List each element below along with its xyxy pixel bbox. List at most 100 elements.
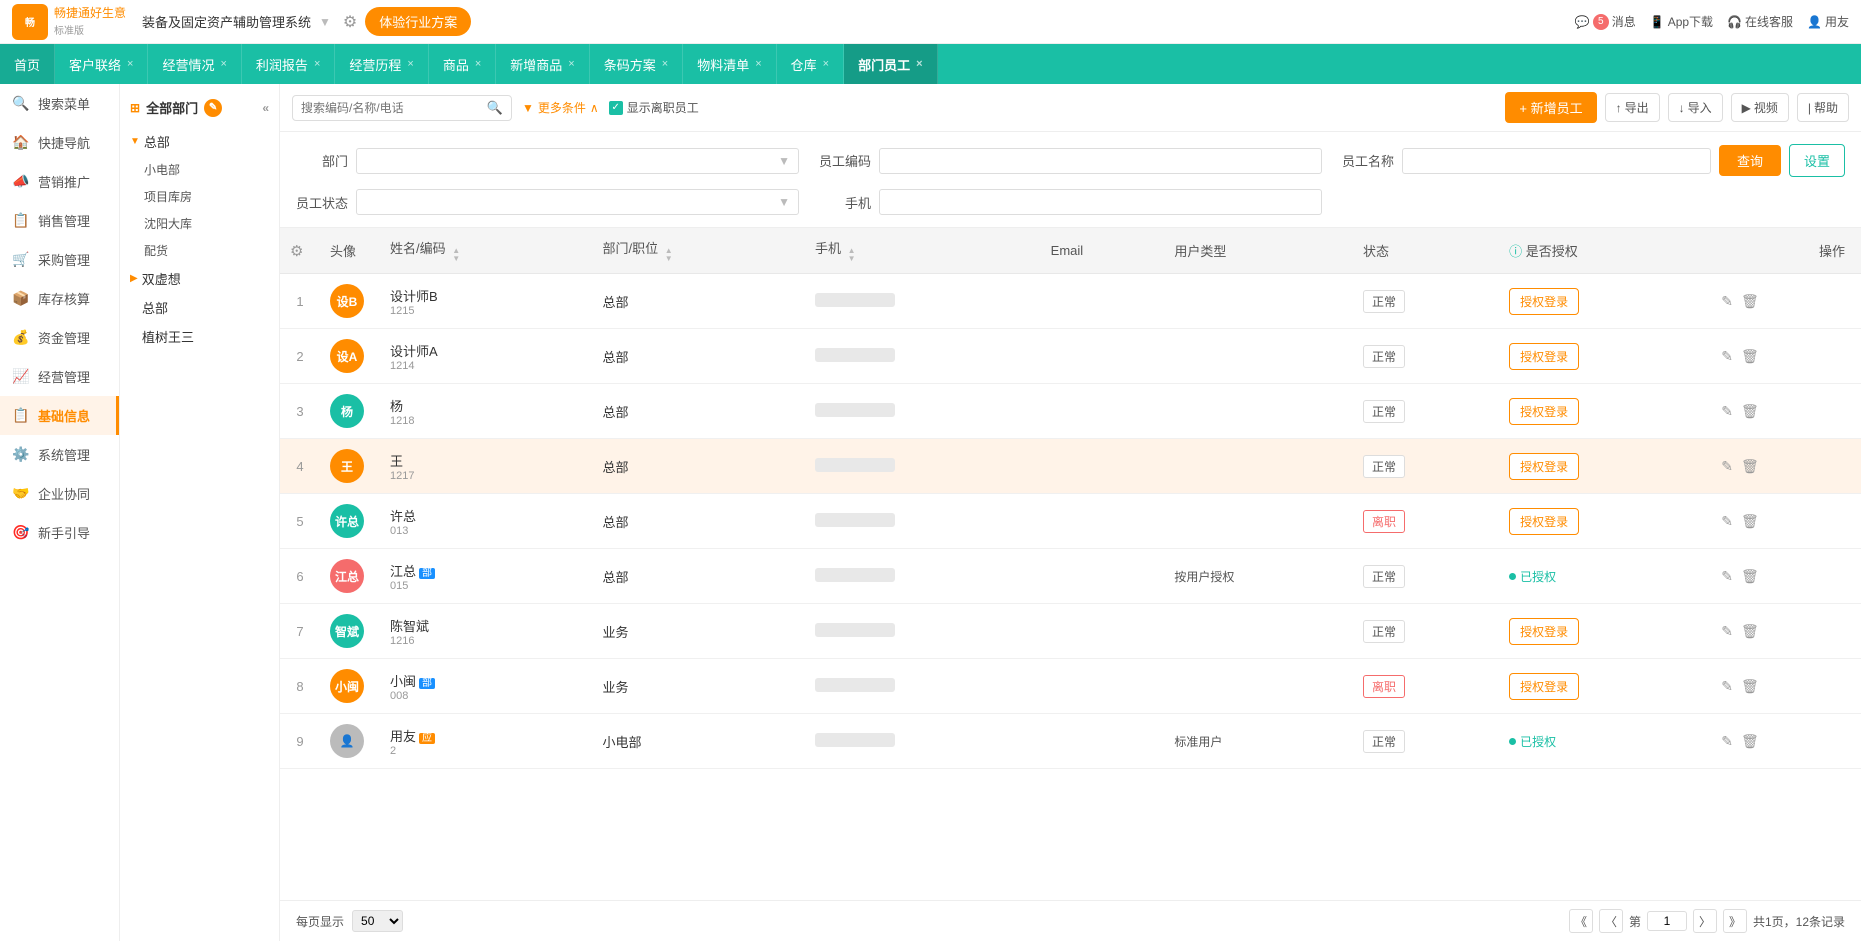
user-avatar-button[interactable]: 👤 用友	[1807, 13, 1849, 30]
th-settings[interactable]: ⚙	[280, 228, 320, 274]
dept-group-title-zongbu2[interactable]: 总部	[120, 293, 279, 322]
per-page-select[interactable]: 50 100	[352, 910, 403, 932]
delete-icon[interactable]: 🗑	[1741, 568, 1759, 585]
sidebar-item-guide[interactable]: 🎯 新手引导	[0, 513, 119, 552]
edit-icon[interactable]: ✎	[1721, 458, 1733, 475]
trial-button[interactable]: 体验行业方案	[365, 7, 471, 36]
close-icon[interactable]: ×	[314, 58, 320, 70]
close-icon[interactable]: ×	[475, 58, 481, 70]
next-page-button[interactable]: 〉	[1693, 909, 1717, 933]
tab-customer[interactable]: 客户联络×	[55, 44, 148, 84]
dept-collapse-button[interactable]: «	[262, 101, 269, 115]
auth-login-button[interactable]: 授权登录	[1509, 398, 1579, 425]
delete-icon[interactable]: 🗑	[1741, 293, 1759, 310]
sidebar-item-purchase[interactable]: 🛒 采购管理	[0, 240, 119, 279]
delete-icon[interactable]: 🗑	[1741, 513, 1759, 530]
auth-login-button[interactable]: 授权登录	[1509, 453, 1579, 480]
close-icon[interactable]: ×	[568, 58, 574, 70]
video-button[interactable]: ▶ 视频	[1731, 93, 1789, 122]
edit-icon[interactable]: ✎	[1721, 678, 1733, 695]
tab-warehouse[interactable]: 仓库×	[777, 44, 844, 84]
auth-login-button[interactable]: 授权登录	[1509, 673, 1579, 700]
close-icon[interactable]: ×	[755, 58, 761, 70]
add-employee-button[interactable]: + 新增员工	[1505, 92, 1596, 123]
more-conditions-button[interactable]: ▼ 更多条件 ∧	[522, 99, 599, 116]
dept-item-xiaodian[interactable]: 小电部	[120, 156, 279, 183]
app-download-button[interactable]: 📱 App下载	[1650, 13, 1713, 30]
last-page-button[interactable]: 》	[1723, 909, 1747, 933]
sidebar-item-collab[interactable]: 🤝 企业协同	[0, 474, 119, 513]
search-input[interactable]	[301, 101, 481, 115]
close-icon[interactable]: ×	[823, 58, 829, 70]
th-name[interactable]: 姓名/编码 ▲▼	[380, 228, 593, 274]
tab-operations[interactable]: 经营情况×	[148, 44, 241, 84]
delete-icon[interactable]: 🗑	[1741, 733, 1759, 750]
phone-input[interactable]	[879, 189, 1322, 215]
show-resigned-toggle[interactable]: ✓ 显示离职员工	[609, 99, 699, 116]
delete-icon[interactable]: 🗑	[1741, 678, 1759, 695]
sidebar-item-search[interactable]: 🔍 搜索菜单	[0, 84, 119, 123]
edit-icon[interactable]: ✎	[1721, 403, 1733, 420]
tab-home[interactable]: 首页	[0, 44, 55, 84]
dept-group-title-shuangxuxiang[interactable]: ▶ 双虚想	[120, 264, 279, 293]
sidebar-item-basic-info[interactable]: 📋 基础信息	[0, 396, 119, 435]
dropdown-arrow-icon[interactable]: ▼	[319, 15, 331, 29]
close-icon[interactable]: ×	[662, 58, 668, 70]
first-page-button[interactable]: 《	[1569, 909, 1593, 933]
sidebar-item-management[interactable]: 📈 经营管理	[0, 357, 119, 396]
delete-icon[interactable]: 🗑	[1741, 623, 1759, 640]
dept-item-shenyang[interactable]: 沈阳大库	[120, 210, 279, 237]
page-number-input[interactable]	[1647, 911, 1687, 931]
dept-group-title-zongbu[interactable]: ▼ 总部	[120, 127, 279, 156]
empname-input[interactable]	[1402, 148, 1711, 174]
auth-login-button[interactable]: 授权登录	[1509, 343, 1579, 370]
delete-icon[interactable]: 🗑	[1741, 458, 1759, 475]
close-icon[interactable]: ×	[407, 58, 413, 70]
tab-goods[interactable]: 商品×	[429, 44, 496, 84]
auth-login-button[interactable]: 授权登录	[1509, 618, 1579, 645]
tab-add-goods[interactable]: 新增商品×	[496, 44, 589, 84]
edit-icon[interactable]: ✎	[1721, 348, 1733, 365]
sidebar-item-nav[interactable]: 🏠 快捷导航	[0, 123, 119, 162]
dept-group-title-zhishu[interactable]: 植树王三	[120, 322, 279, 351]
edit-icon[interactable]: ✎	[1721, 733, 1733, 750]
empcode-input[interactable]	[879, 148, 1322, 174]
search-button[interactable]: 查询	[1719, 145, 1781, 176]
auth-login-button[interactable]: 授权登录	[1509, 288, 1579, 315]
sidebar-item-finance[interactable]: 💰 资金管理	[0, 318, 119, 357]
close-icon[interactable]: ×	[127, 58, 133, 70]
sidebar-item-marketing[interactable]: 📣 营销推广	[0, 162, 119, 201]
edit-icon[interactable]: ✎	[1721, 293, 1733, 310]
dept-edit-icon[interactable]: ✎	[204, 99, 222, 117]
edit-icon[interactable]: ✎	[1721, 513, 1733, 530]
settings-icon[interactable]: ⚙	[343, 12, 357, 32]
settings-gear-icon[interactable]: ⚙	[290, 243, 303, 260]
sidebar-item-inventory[interactable]: 📦 库存核算	[0, 279, 119, 318]
edit-icon[interactable]: ✎	[1721, 623, 1733, 640]
dept-item-peihuo[interactable]: 配货	[120, 237, 279, 264]
tab-barcode[interactable]: 条码方案×	[590, 44, 683, 84]
settings-button[interactable]: 设置	[1789, 144, 1845, 177]
prev-page-button[interactable]: 〈	[1599, 909, 1623, 933]
tab-history[interactable]: 经营历程×	[335, 44, 428, 84]
import-button[interactable]: ↓ 导入	[1668, 93, 1723, 122]
dept-item-project[interactable]: 项目库房	[120, 183, 279, 210]
delete-icon[interactable]: 🗑	[1741, 348, 1759, 365]
close-icon[interactable]: ×	[916, 58, 922, 70]
search-box[interactable]: 🔍	[292, 95, 512, 121]
message-button[interactable]: 💬 5 消息	[1575, 13, 1636, 30]
empstatus-select[interactable]: ▼	[356, 189, 799, 215]
sidebar-item-sales[interactable]: 📋 销售管理	[0, 201, 119, 240]
tab-profit[interactable]: 利润报告×	[242, 44, 335, 84]
tab-employees[interactable]: 部门员工×	[844, 44, 937, 84]
sidebar-item-system[interactable]: ⚙️ 系统管理	[0, 435, 119, 474]
dept-select[interactable]: ▼	[356, 148, 799, 174]
help-button[interactable]: | 帮助	[1797, 93, 1849, 122]
online-service-button[interactable]: 🎧 在线客服	[1727, 13, 1793, 30]
auth-login-button[interactable]: 授权登录	[1509, 508, 1579, 535]
th-phone[interactable]: 手机 ▲▼	[805, 228, 1041, 274]
edit-icon[interactable]: ✎	[1721, 568, 1733, 585]
close-icon[interactable]: ×	[220, 58, 226, 70]
tab-bom[interactable]: 物料清单×	[683, 44, 776, 84]
th-dept[interactable]: 部门/职位 ▲▼	[593, 228, 806, 274]
